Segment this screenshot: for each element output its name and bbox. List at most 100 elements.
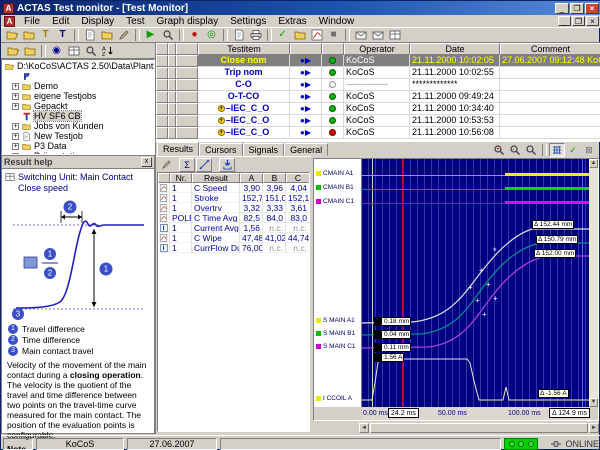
run-test-icon[interactable]: ●▶ <box>290 67 322 79</box>
expand-icon[interactable]: + <box>12 143 19 150</box>
testplan-yellow-icon[interactable]: T <box>37 28 54 42</box>
report-icon[interactable] <box>230 28 247 42</box>
online-mode-icon[interactable]: ◎ <box>203 28 220 42</box>
approve-icon[interactable]: ✓ <box>274 28 291 42</box>
testitem-name[interactable]: C-O <box>198 79 290 91</box>
tree-item-gepackt[interactable]: + Gepackt <box>2 101 154 111</box>
tree-item-hv-sf6-cb[interactable]: HV SF6 CB <box>2 111 154 121</box>
expand-icon[interactable]: + <box>12 123 19 130</box>
refresh-icon[interactable]: ◉ <box>48 44 65 58</box>
tree-item-eigene-testjobs[interactable]: + eigene Testjobs <box>2 91 154 101</box>
testitem-name[interactable]: O-T-CO <box>198 91 290 103</box>
col-comment[interactable]: Comment <box>500 43 600 55</box>
approve-archive-icon[interactable] <box>291 28 308 42</box>
run-test-icon[interactable]: ●▶ <box>290 55 322 67</box>
testplan-blue-icon[interactable]: T <box>54 28 71 42</box>
scroll-down-icon[interactable]: ▼ <box>589 398 598 407</box>
tree-item-p3-data[interactable]: + P3 Data <box>2 141 154 151</box>
expand-icon[interactable]: + <box>12 83 19 90</box>
col-date[interactable]: Date <box>410 43 500 55</box>
scroll-up-icon[interactable]: ▲ <box>589 159 598 168</box>
legend-smain-a1[interactable]: S MAIN A1 <box>316 317 355 324</box>
close-graph-icon[interactable]: ⊠ <box>581 143 597 157</box>
apply-down-icon[interactable] <box>219 158 235 172</box>
result-name[interactable]: C Time Avg <box>192 213 240 223</box>
tree-item-demo[interactable]: + Demo <box>2 81 154 91</box>
mdi-restore-button[interactable]: ❐ <box>572 16 585 26</box>
result-name[interactable]: Stroke <box>192 193 240 203</box>
expand-icon[interactable]: + <box>12 103 19 110</box>
col-nr[interactable]: Nr. <box>170 173 192 183</box>
plot-area[interactable]: ++ ++ ++ * Δ 152.44 mm Δ 150.79 mm Δ 152… <box>362 159 590 407</box>
mdi-close-button[interactable]: × <box>586 16 599 26</box>
open-plant-icon[interactable] <box>3 28 20 42</box>
start-test-icon[interactable]: ▶ <box>142 28 159 42</box>
expand-icon[interactable]: + <box>12 133 19 140</box>
col-testitem[interactable]: Testitem <box>198 43 290 55</box>
edit-testitem-icon[interactable] <box>115 28 132 42</box>
scroll-left-icon[interactable]: ◄ <box>359 423 369 433</box>
col-result[interactable]: Result <box>192 173 240 183</box>
sigma-icon[interactable]: Σ <box>179 158 195 172</box>
curve-check-icon[interactable]: ✓ <box>565 143 581 157</box>
monitor-icon[interactable] <box>159 28 176 42</box>
col-operator[interactable]: Operator <box>344 43 410 55</box>
menu-window[interactable]: Window <box>313 15 361 28</box>
result-help-close-icon[interactable]: x <box>141 157 152 167</box>
testitem-name[interactable]: +–IEC_C_O <box>198 103 290 115</box>
graph-hscrollbar[interactable]: ◄ ► <box>359 423 599 433</box>
evaluate-chart-icon[interactable] <box>308 28 325 42</box>
testitem-name[interactable]: +–IEC_C_O <box>198 127 290 139</box>
export-icon[interactable] <box>386 28 403 42</box>
result-name[interactable]: C Speed <box>192 183 240 193</box>
expand-sequence-icon[interactable]: + <box>218 117 225 124</box>
legend-iccoil-a[interactable]: I CCOIL A <box>316 395 352 402</box>
folder-new-icon[interactable] <box>21 44 38 58</box>
menu-extras[interactable]: Extras <box>272 15 312 28</box>
save-icon[interactable] <box>20 28 37 42</box>
expand-sequence-icon[interactable]: + <box>218 105 225 112</box>
legend-cmain-c1[interactable]: CMAIN C1 <box>316 198 354 205</box>
col-b[interactable]: B <box>263 173 286 183</box>
legend-cmain-a1[interactable]: CMAIN A1 <box>316 170 353 177</box>
result-name[interactable]: CurrFlow Dur <box>192 243 240 253</box>
col-a[interactable]: A <box>240 173 263 183</box>
zoom-reset-icon[interactable] <box>523 143 539 157</box>
slope-icon[interactable] <box>196 158 212 172</box>
result-name[interactable]: C Wipe <box>192 233 240 243</box>
folder-up-icon[interactable] <box>4 44 21 58</box>
mdi-child-icon[interactable]: A <box>4 16 15 27</box>
find-icon[interactable] <box>82 44 99 58</box>
testitem-name[interactable]: Trip nom <box>198 67 290 79</box>
grid-toggle-icon[interactable] <box>549 143 565 157</box>
zoom-out-icon[interactable]: - <box>507 143 523 157</box>
tree-root[interactable]: D:\KoCoS\ACTAS 2.50\Data\Plants\ <box>2 61 154 71</box>
menu-edit[interactable]: Edit <box>46 15 75 28</box>
graph-vscrollbar[interactable]: ▲ ▼ <box>589 159 598 407</box>
mail-send-icon[interactable] <box>369 28 386 42</box>
copy-testitem-icon[interactable] <box>98 28 115 42</box>
run-test-icon[interactable]: ●▶ <box>290 103 322 115</box>
col-c[interactable]: C <box>286 173 310 183</box>
zoom-in-icon[interactable]: + <box>491 143 507 157</box>
restore-button[interactable]: ❐ <box>570 3 584 14</box>
mdi-minimize-button[interactable]: _ <box>558 16 571 26</box>
legend-smain-c1[interactable]: S MAIN C1 <box>316 343 356 350</box>
scroll-right-icon[interactable]: ► <box>589 423 599 433</box>
run-test-icon[interactable]: ●▶ <box>290 115 322 127</box>
legend-smain-b1[interactable]: S MAIN B1 <box>316 330 355 337</box>
menu-graph-display[interactable]: Graph display <box>151 15 225 28</box>
menu-file[interactable]: File <box>18 15 46 28</box>
menu-test[interactable]: Test <box>120 15 150 28</box>
minimize-button[interactable]: _ <box>555 3 569 14</box>
run-test-icon[interactable]: ●▶ <box>290 127 322 139</box>
result-name[interactable]: Overtrv <box>192 203 240 213</box>
tab-cursors[interactable]: Cursors <box>199 143 243 156</box>
menu-display[interactable]: Display <box>75 15 120 28</box>
run-test-icon[interactable]: ●▶ <box>290 91 322 103</box>
expand-sequence-icon[interactable]: + <box>218 129 225 136</box>
stop-icon[interactable]: ● <box>186 28 203 42</box>
tree-item-new-testjob[interactable]: + New Testjob <box>2 131 154 141</box>
run-test-icon[interactable]: ●▶ <box>290 79 322 91</box>
sort-icon[interactable] <box>99 44 116 58</box>
